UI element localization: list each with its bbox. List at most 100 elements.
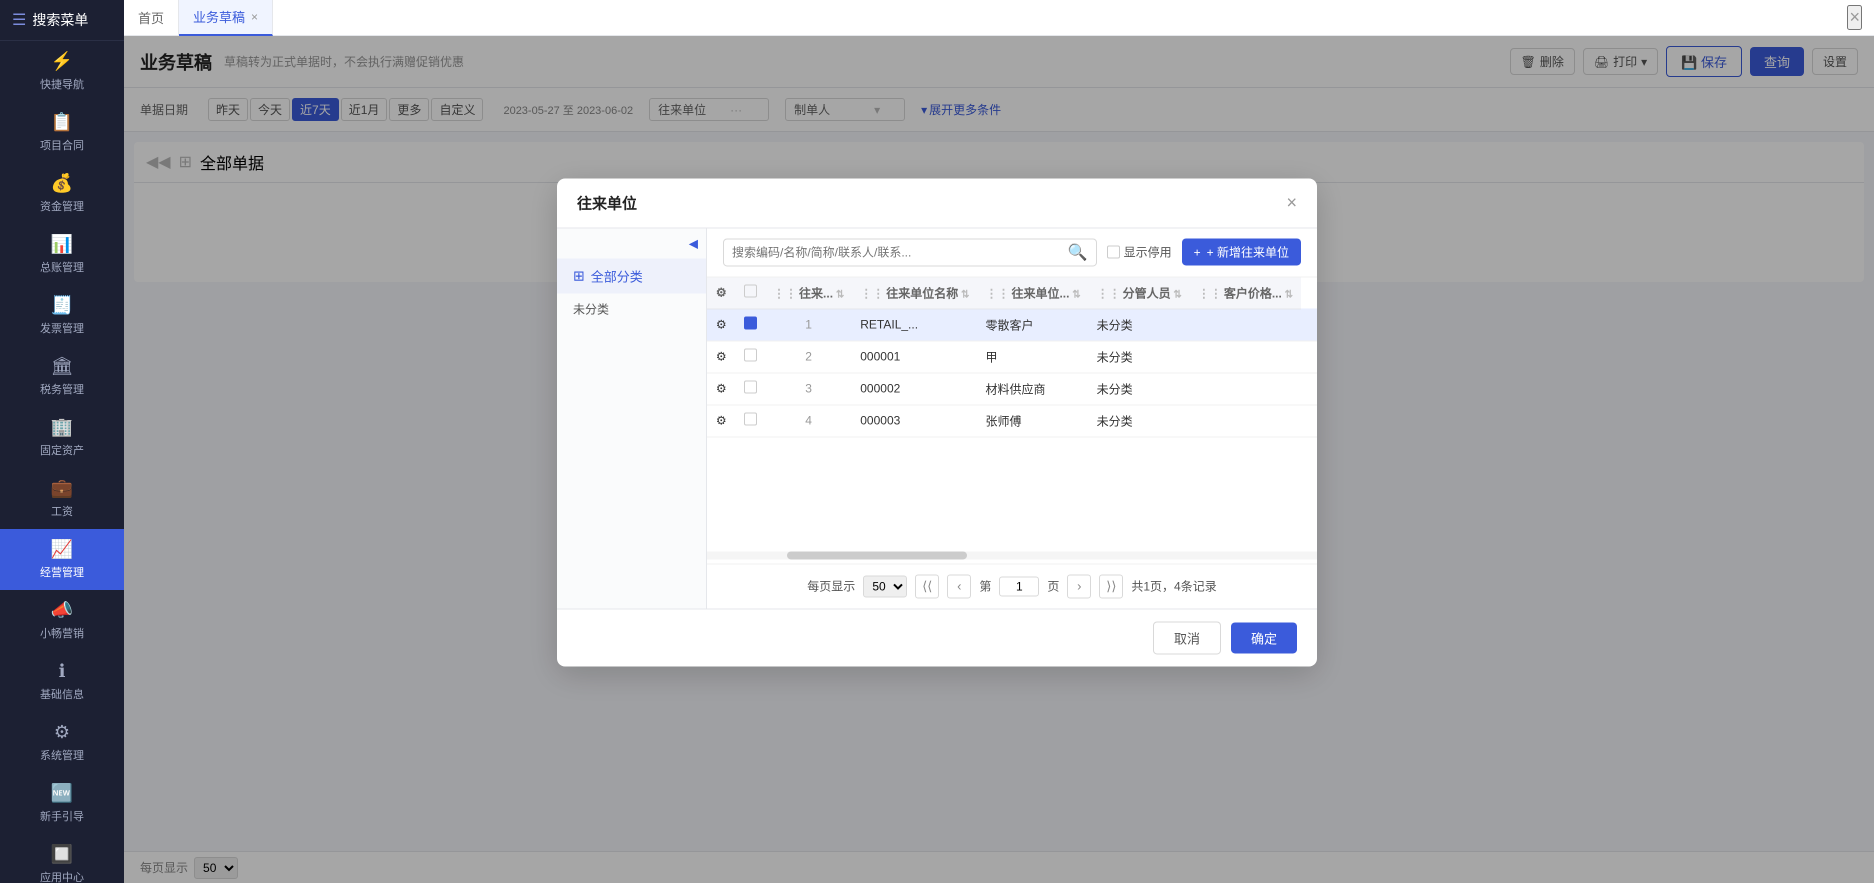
row-num: 1 bbox=[765, 308, 852, 340]
category-all-item[interactable]: ⊞ 全部分类 bbox=[557, 258, 706, 293]
guide-icon: 🆕 bbox=[51, 783, 73, 804]
page-number-input[interactable] bbox=[999, 576, 1039, 596]
sidebar-item-label: 项目合同 bbox=[40, 137, 84, 153]
row-settings[interactable]: ⚙ bbox=[707, 404, 736, 436]
sidebar-item-salary[interactable]: 💼 工资 bbox=[0, 468, 124, 529]
page-suffix: 页 bbox=[1047, 577, 1059, 594]
table-row[interactable]: ⚙ 2 000001 甲 未分类 bbox=[707, 340, 1317, 372]
row-settings[interactable]: ⚙ bbox=[707, 340, 736, 372]
row-category: 未分类 bbox=[1089, 308, 1190, 340]
row-code: 000002 bbox=[852, 372, 977, 404]
menu-icon: ☰ bbox=[12, 10, 26, 30]
per-page-select[interactable]: 50 bbox=[863, 575, 907, 597]
fund-icon: 💰 bbox=[51, 173, 73, 194]
col-manager: ⋮⋮分管人员 ⇅ bbox=[1089, 277, 1190, 309]
sidebar-item-app-center[interactable]: 🔲 应用中心 bbox=[0, 834, 124, 883]
modal-scrollbar[interactable] bbox=[707, 551, 1317, 559]
sidebar-logo[interactable]: ☰ 搜索菜单 bbox=[0, 0, 124, 41]
sidebar-item-accounts[interactable]: 📊 总账管理 bbox=[0, 224, 124, 285]
plus-icon: + bbox=[1194, 245, 1201, 259]
row-code: RETAIL_... bbox=[852, 308, 977, 340]
modal-search-bar: 🔍 显示停用 + + 新增往来单位 bbox=[707, 228, 1317, 277]
sidebar-item-label: 快捷导航 bbox=[40, 76, 84, 92]
row-settings[interactable]: ⚙ bbox=[707, 308, 736, 340]
sidebar-item-label: 小畅营销 bbox=[40, 625, 84, 641]
col-price: ⋮⋮客户价格... ⇅ bbox=[1190, 277, 1301, 309]
row-category: 未分类 bbox=[1089, 340, 1190, 372]
basic-info-icon: ℹ bbox=[59, 661, 66, 682]
system-icon: ⚙ bbox=[54, 722, 70, 743]
add-customer-button[interactable]: + + 新增往来单位 bbox=[1182, 238, 1301, 265]
first-page-btn[interactable]: ⟨⟨ bbox=[915, 574, 939, 598]
sidebar-item-basic-info[interactable]: ℹ 基础信息 bbox=[0, 651, 124, 712]
row-manager bbox=[1190, 404, 1301, 436]
sidebar-item-fund-management[interactable]: 💰 资金管理 bbox=[0, 163, 124, 224]
sidebar-item-guide[interactable]: 🆕 新手引导 bbox=[0, 773, 124, 834]
row-price bbox=[1301, 404, 1317, 436]
sidebar-item-marketing[interactable]: 📣 小畅营销 bbox=[0, 590, 124, 651]
sidebar-item-tax[interactable]: 🏛 税务管理 bbox=[0, 346, 124, 407]
topbar: 首页 业务草稿 × × bbox=[124, 0, 1874, 36]
row-select-checkbox[interactable] bbox=[744, 380, 757, 393]
table-row[interactable]: ⚙ 1 RETAIL_... 零散客户 未分类 bbox=[707, 308, 1317, 340]
modal-scrollbar-thumb[interactable] bbox=[787, 551, 967, 559]
tax-icon: 🏛 bbox=[51, 356, 74, 377]
category-all-label: 全部分类 bbox=[591, 266, 643, 285]
page-label: 第 bbox=[979, 577, 991, 594]
last-page-btn[interactable]: ⟩⟩ bbox=[1099, 574, 1123, 598]
select-all-checkbox[interactable] bbox=[744, 284, 757, 297]
table-row[interactable]: ⚙ 3 000002 材料供应商 未分类 bbox=[707, 372, 1317, 404]
tab-draft-label: 业务草稿 bbox=[193, 7, 245, 26]
row-checkbox[interactable] bbox=[736, 372, 766, 404]
col-settings: ⚙ bbox=[707, 277, 736, 309]
inactive-checkbox[interactable] bbox=[1107, 245, 1120, 258]
row-price bbox=[1301, 372, 1317, 404]
row-code: 000001 bbox=[852, 340, 977, 372]
sidebar-item-quick-nav[interactable]: ⚡ 快捷导航 bbox=[0, 41, 124, 102]
sidebar-item-operations[interactable]: 📈 经营管理 bbox=[0, 529, 124, 590]
row-settings[interactable]: ⚙ bbox=[707, 372, 736, 404]
category-unclassified[interactable]: 未分类 bbox=[557, 293, 706, 324]
tab-home[interactable]: 首页 bbox=[124, 0, 179, 36]
sidebar-item-fixed-assets[interactable]: 🏢 固定资产 bbox=[0, 407, 124, 468]
row-manager bbox=[1190, 308, 1301, 340]
sidebar: ☰ 搜索菜单 ⚡ 快捷导航 📋 项目合同 💰 资金管理 📊 总账管理 🧾 发票管… bbox=[0, 0, 124, 883]
show-inactive-toggle[interactable]: 显示停用 bbox=[1107, 243, 1172, 260]
tab-draft[interactable]: 业务草稿 × bbox=[179, 0, 273, 36]
modal-close-button[interactable]: × bbox=[1286, 192, 1297, 213]
row-code: 000003 bbox=[852, 404, 977, 436]
table-row[interactable]: ⚙ 4 000003 张师傅 未分类 bbox=[707, 404, 1317, 436]
per-page-label: 每页显示 bbox=[807, 577, 855, 594]
pagination: 每页显示 50 ⟨⟨ ‹ 第 页 › ⟩⟩ 共1页，4条记录 bbox=[707, 563, 1317, 608]
sidebar-item-label: 发票管理 bbox=[40, 320, 84, 336]
confirm-button[interactable]: 确定 bbox=[1231, 622, 1297, 653]
row-checkbox[interactable] bbox=[736, 308, 766, 340]
row-manager bbox=[1190, 372, 1301, 404]
left-panel-toggle[interactable]: ◀ bbox=[557, 236, 706, 258]
show-inactive-label: 显示停用 bbox=[1124, 243, 1172, 260]
modal-footer: 取消 确定 bbox=[557, 608, 1317, 666]
topbar-close-button[interactable]: × bbox=[1847, 5, 1862, 30]
row-checkbox[interactable] bbox=[736, 404, 766, 436]
row-select-checkbox[interactable] bbox=[744, 316, 757, 329]
search-input-wrap[interactable]: 🔍 bbox=[723, 238, 1097, 266]
row-select-checkbox[interactable] bbox=[744, 348, 757, 361]
modal-body: ◀ ⊞ 全部分类 未分类 🔍 显示停用 bbox=[557, 228, 1317, 608]
row-checkbox[interactable] bbox=[736, 340, 766, 372]
cancel-button[interactable]: 取消 bbox=[1153, 621, 1221, 654]
sidebar-item-label: 固定资产 bbox=[40, 442, 84, 458]
sidebar-item-label: 新手引导 bbox=[40, 808, 84, 824]
row-name: 材料供应商 bbox=[977, 372, 1088, 404]
project-icon: 📋 bbox=[51, 112, 73, 133]
fixed-assets-icon: 🏢 bbox=[51, 417, 73, 438]
prev-page-btn[interactable]: ‹ bbox=[947, 574, 971, 598]
search-input[interactable] bbox=[732, 245, 1068, 259]
operations-icon: 📈 bbox=[51, 539, 73, 560]
sidebar-item-invoice[interactable]: 🧾 发票管理 bbox=[0, 285, 124, 346]
tab-draft-close[interactable]: × bbox=[251, 10, 258, 24]
modal-right-panel: 🔍 显示停用 + + 新增往来单位 ⚙ bbox=[707, 228, 1317, 608]
next-page-btn[interactable]: › bbox=[1067, 574, 1091, 598]
row-select-checkbox[interactable] bbox=[744, 412, 757, 425]
sidebar-item-system[interactable]: ⚙ 系统管理 bbox=[0, 712, 124, 773]
sidebar-item-project-contract[interactable]: 📋 项目合同 bbox=[0, 102, 124, 163]
